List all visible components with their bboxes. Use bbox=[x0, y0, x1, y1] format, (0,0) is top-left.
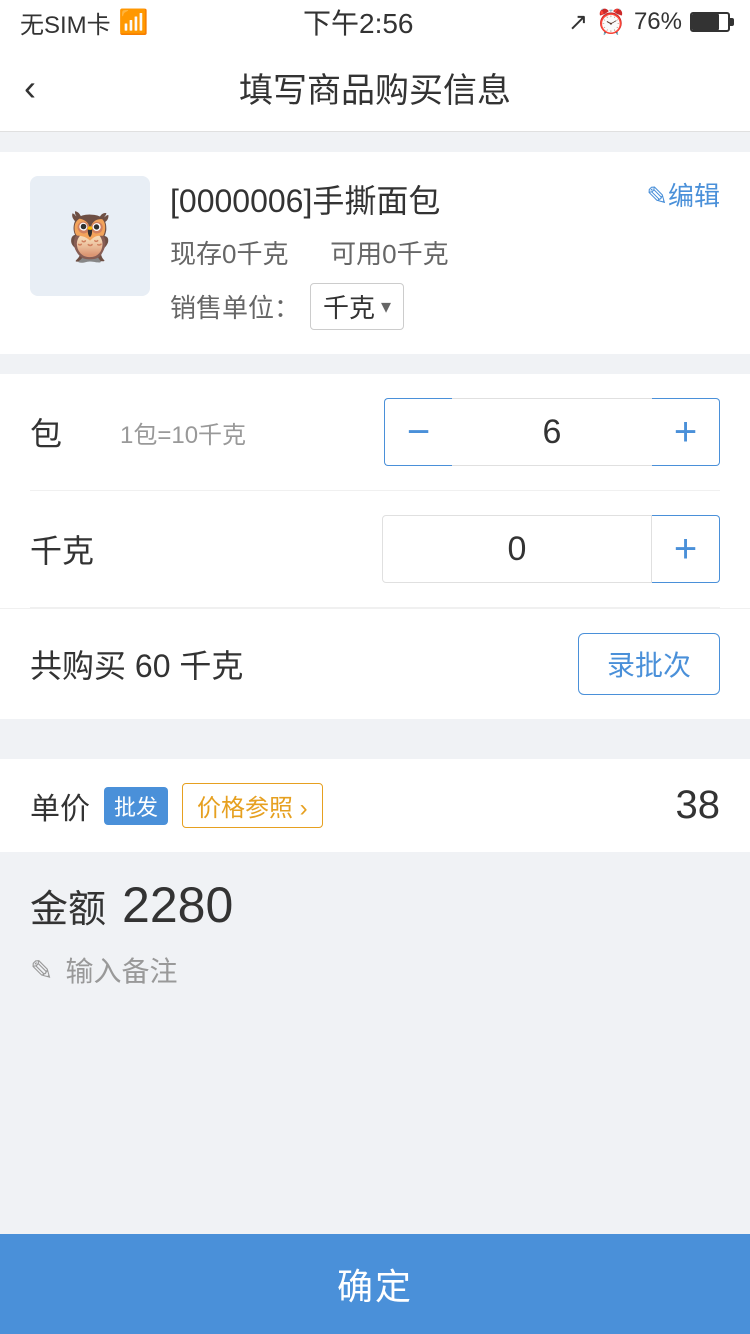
product-info: [0000006]手撕面包 ✎编辑 现存0千克 可用0千克 销售单位： 千克 ▾ bbox=[170, 176, 720, 330]
status-bar: 无SIM卡 📶 下午2:56 ↗ ⏰ 76% bbox=[0, 0, 750, 44]
package-hint: 1包=10千克 bbox=[120, 415, 384, 450]
package-input-section: 包 1包=10千克 − + 千克 + bbox=[0, 374, 750, 608]
package-qty-input[interactable] bbox=[452, 398, 652, 466]
package-plus-button[interactable]: + bbox=[652, 398, 720, 466]
kg-qty-input[interactable] bbox=[382, 515, 652, 583]
amount-section: 金额 2280 ✎ 输入备注 bbox=[0, 852, 750, 1014]
confirm-button[interactable]: 确定 bbox=[0, 1234, 750, 1334]
status-carrier: 无SIM卡 📶 bbox=[20, 5, 149, 40]
kg-label: 千克 bbox=[30, 526, 110, 572]
price-tag: 批发 bbox=[104, 787, 168, 825]
product-image: 🦉 bbox=[30, 176, 150, 296]
amount-row: 金额 2280 bbox=[30, 876, 720, 934]
alarm-icon: ⏰ bbox=[596, 8, 626, 37]
battery-percent: 76% bbox=[634, 8, 682, 36]
kg-input-row: 千克 + bbox=[30, 491, 720, 608]
unit-value: 千克 bbox=[323, 288, 375, 325]
price-value: 38 bbox=[676, 783, 721, 828]
status-right: ↗ ⏰ 76% bbox=[568, 8, 730, 37]
nav-bar: ‹ 填写商品购买信息 bbox=[0, 44, 750, 132]
price-label: 单价 bbox=[30, 784, 90, 828]
amount-value: 2280 bbox=[122, 876, 233, 934]
package-qty-control: − + bbox=[384, 398, 720, 466]
price-section: 单价 批发 价格参照 › 38 bbox=[0, 759, 750, 852]
carrier-text: 无SIM卡 bbox=[20, 5, 111, 40]
unit-dropdown-icon: ▾ bbox=[381, 294, 391, 319]
remark-text: 输入备注 bbox=[65, 950, 177, 990]
total-row: 共购买 60 千克 录批次 bbox=[0, 608, 750, 719]
product-unit-row: 销售单位： 千克 ▾ bbox=[170, 283, 720, 330]
product-card: 🦉 [0000006]手撕面包 ✎编辑 现存0千克 可用0千克 销售单位： 千克… bbox=[0, 152, 750, 354]
pencil-icon: ✎ bbox=[30, 954, 53, 987]
unit-label: 销售单位： bbox=[170, 288, 300, 325]
product-stock: 现存0千克 可用0千克 bbox=[170, 234, 720, 271]
total-text: 共购买 60 千克 bbox=[30, 641, 243, 687]
remark-row[interactable]: ✎ 输入备注 bbox=[30, 950, 720, 990]
battery-icon bbox=[690, 12, 730, 32]
status-time: 下午2:56 bbox=[303, 2, 414, 42]
location-icon: ↗ bbox=[568, 8, 588, 37]
unit-selector[interactable]: 千克 ▾ bbox=[310, 283, 404, 330]
kg-plus-button[interactable]: + bbox=[652, 515, 720, 583]
product-thumbnail: 🦉 bbox=[60, 208, 120, 265]
product-name: [0000006]手撕面包 bbox=[170, 176, 440, 222]
kg-qty-control: + bbox=[382, 515, 720, 583]
nav-title: 填写商品购买信息 bbox=[239, 63, 511, 112]
divider-1 bbox=[0, 354, 750, 374]
package-input-row: 包 1包=10千克 − + bbox=[30, 374, 720, 491]
price-row: 单价 批发 价格参照 › 38 bbox=[30, 783, 720, 828]
stock-current: 现存0千克 bbox=[170, 239, 288, 269]
edit-button[interactable]: ✎编辑 bbox=[646, 176, 720, 213]
back-button[interactable]: ‹ bbox=[24, 67, 36, 109]
batch-button[interactable]: 录批次 bbox=[578, 633, 720, 695]
wifi-icon: 📶 bbox=[119, 8, 149, 37]
price-ref-button[interactable]: 价格参照 › bbox=[182, 783, 323, 828]
package-minus-button[interactable]: − bbox=[384, 398, 452, 466]
package-label: 包 bbox=[30, 409, 110, 455]
amount-label: 金额 bbox=[30, 878, 106, 933]
stock-available: 可用0千克 bbox=[330, 239, 448, 269]
divider-2 bbox=[0, 719, 750, 739]
